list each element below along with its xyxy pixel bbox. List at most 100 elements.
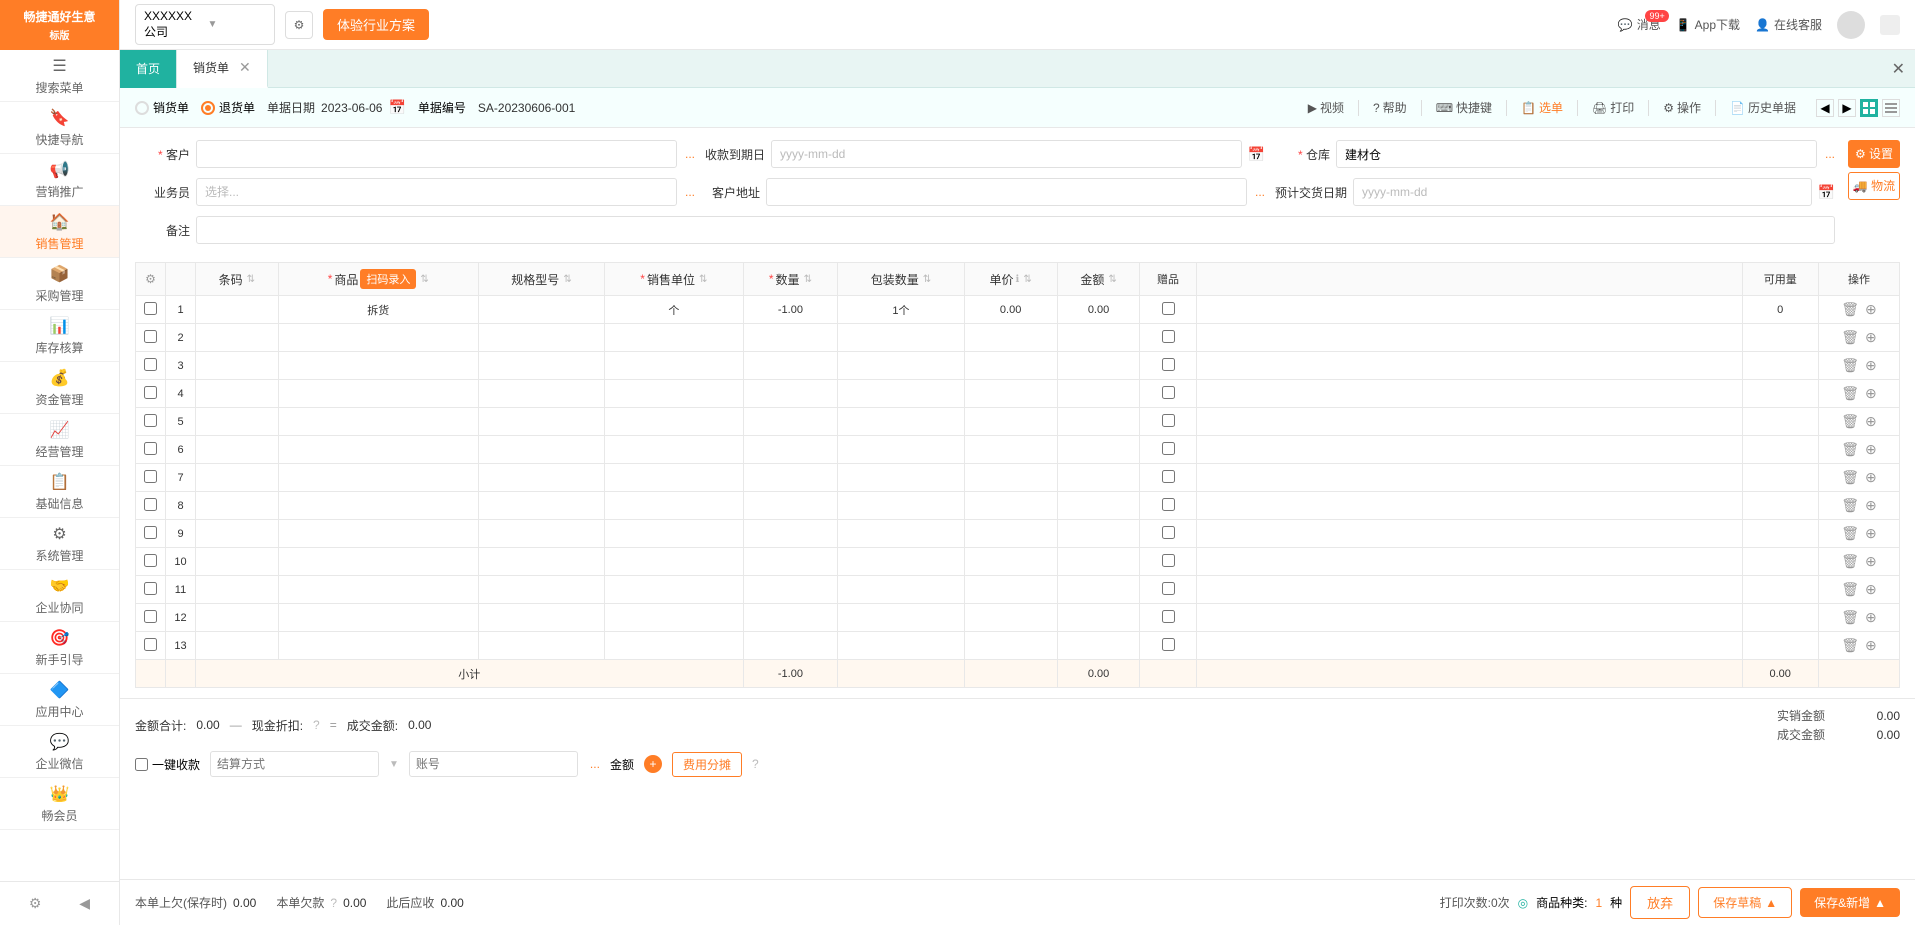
- overdue-help-icon[interactable]: ?: [330, 896, 337, 910]
- radio-return[interactable]: 退货单: [201, 99, 255, 116]
- copy-icon[interactable]: ⊕: [1865, 357, 1877, 374]
- sidebar-item-search[interactable]: ☰ 搜索菜单: [0, 50, 119, 102]
- copy-icon[interactable]: ⊕: [1865, 469, 1877, 486]
- row-barcode[interactable]: [196, 296, 279, 324]
- app-download-button[interactable]: 📱 App下载: [1676, 16, 1740, 33]
- trial-button[interactable]: 体验行业方案: [323, 9, 429, 40]
- spec-sort[interactable]: ⇅: [563, 274, 571, 285]
- barcode-sort[interactable]: ⇅: [247, 274, 255, 285]
- delete-icon[interactable]: 🗑: [1841, 469, 1859, 486]
- btn-help[interactable]: ? 帮助: [1367, 96, 1413, 119]
- copy-icon[interactable]: ⊕: [1865, 553, 1877, 570]
- date-calendar-icon[interactable]: 📅: [388, 99, 405, 116]
- next-btn[interactable]: ▶: [1838, 99, 1856, 117]
- fee-split-button[interactable]: 费用分摊: [672, 752, 742, 777]
- price-sort[interactable]: ⇅: [1023, 274, 1031, 285]
- copy-icon[interactable]: ⊕: [1865, 581, 1877, 598]
- btn-operation[interactable]: ⚙ 操作: [1657, 96, 1707, 119]
- sidebar-item-marketing[interactable]: 📢 营销推广: [0, 154, 119, 206]
- delete-icon[interactable]: 🗑: [1841, 525, 1859, 542]
- row-spec[interactable]: [478, 296, 604, 324]
- online-service-button[interactable]: 👤 在线客服: [1755, 16, 1822, 33]
- window-close-icon[interactable]: ✕: [1892, 59, 1905, 79]
- scan-button[interactable]: 扫码录入: [360, 269, 416, 289]
- tab-sales-order[interactable]: 销货单 ✕: [177, 50, 268, 88]
- row-gift[interactable]: [1140, 296, 1196, 324]
- row-checkbox[interactable]: [144, 302, 157, 315]
- payment-account-input[interactable]: [409, 751, 578, 777]
- qty-sort[interactable]: ⇅: [804, 274, 812, 285]
- add-payment-button[interactable]: +: [644, 755, 662, 773]
- collapse-icon[interactable]: ◀: [79, 895, 90, 912]
- copy-icon[interactable]: ⊕: [1865, 441, 1877, 458]
- remark-input[interactable]: [196, 216, 1835, 244]
- sidebar-item-basicinfo[interactable]: 📋 基础信息: [0, 466, 119, 518]
- btn-shortcut[interactable]: ⌨ 快捷键: [1430, 96, 1498, 119]
- delivery-calendar-icon[interactable]: 📅: [1818, 184, 1835, 201]
- sidebar-item-inventory[interactable]: 📊 库存核算: [0, 310, 119, 362]
- delete-icon[interactable]: 🗑: [1841, 637, 1859, 654]
- copy-icon[interactable]: ⊕: [1865, 385, 1877, 402]
- delete-icon[interactable]: 🗑: [1841, 357, 1859, 374]
- row-product[interactable]: 拆货: [278, 296, 478, 324]
- delete-icon[interactable]: 🗑: [1841, 413, 1859, 430]
- amount-sort[interactable]: ⇅: [1108, 274, 1116, 285]
- row-qty[interactable]: -1.00: [743, 296, 838, 324]
- row-price[interactable]: 0.00: [964, 296, 1057, 324]
- list-view-btn[interactable]: [1882, 99, 1900, 117]
- tab-home[interactable]: 首页: [120, 50, 177, 88]
- due-date-input[interactable]: [771, 140, 1242, 168]
- logistics-button[interactable]: 🚚 物流: [1848, 172, 1900, 200]
- settings-bottom-icon[interactable]: ⚙: [29, 895, 42, 912]
- customer-input[interactable]: [196, 140, 677, 168]
- sidebar-item-operations[interactable]: 📈 经营管理: [0, 414, 119, 466]
- row-check[interactable]: [136, 296, 166, 324]
- delete-icon[interactable]: 🗑: [1841, 553, 1859, 570]
- user-avatar[interactable]: [1837, 11, 1865, 39]
- discount-help-icon[interactable]: ?: [313, 718, 320, 732]
- copy-icon[interactable]: ⊕: [1865, 329, 1877, 346]
- sidebar-item-purchase[interactable]: 📦 采购管理: [0, 258, 119, 310]
- copy-icon[interactable]: ⊕: [1865, 525, 1877, 542]
- delete-icon[interactable]: 🗑: [1841, 609, 1859, 626]
- sidebar-item-enterprise[interactable]: 🤝 企业协同: [0, 570, 119, 622]
- sidebar-item-member[interactable]: 👑 畅会员: [0, 778, 119, 830]
- pay-method-dropdown[interactable]: ▼: [389, 759, 399, 770]
- btn-print[interactable]: 🖨 打印: [1586, 96, 1640, 119]
- copy-icon[interactable]: ⊕: [1865, 497, 1877, 514]
- customer-addr-dots[interactable]: ...: [1255, 185, 1265, 199]
- company-selector[interactable]: XXXXXX公司 ▼: [135, 4, 275, 45]
- unit-sort[interactable]: ⇅: [699, 274, 707, 285]
- sidebar-item-sales[interactable]: 🏠 销售管理: [0, 206, 119, 258]
- delete-icon[interactable]: 🗑: [1841, 441, 1859, 458]
- sidebar-item-guide[interactable]: 🎯 新手引导: [0, 622, 119, 674]
- save-draft-button[interactable]: 保存草稿 ▲: [1698, 887, 1792, 918]
- delete-icon[interactable]: 🗑: [1841, 497, 1859, 514]
- settings-button[interactable]: ⚙: [285, 11, 313, 39]
- copy-icon[interactable]: ⊕: [1865, 637, 1877, 654]
- warehouse-input[interactable]: [1336, 140, 1817, 168]
- row-pack[interactable]: 1个: [838, 296, 964, 324]
- th-settings[interactable]: ⚙: [136, 263, 166, 296]
- copy-icon[interactable]: ⊕: [1865, 413, 1877, 430]
- sidebar-item-quicknav[interactable]: 🔖 快捷导航: [0, 102, 119, 154]
- payment-method-input[interactable]: [210, 751, 379, 777]
- one-click-checkbox[interactable]: [135, 758, 148, 771]
- gift-checkbox[interactable]: [1162, 302, 1175, 315]
- sidebar-item-wechat[interactable]: 💬 企业微信: [0, 726, 119, 778]
- one-click-pay[interactable]: 一键收款: [135, 756, 200, 773]
- row-amount[interactable]: 0.00: [1057, 296, 1140, 324]
- btn-select[interactable]: 📋 选单: [1515, 96, 1569, 119]
- salesperson-input[interactable]: [196, 178, 677, 206]
- sidebar-item-system[interactable]: ⚙ 系统管理: [0, 518, 119, 570]
- btn-history[interactable]: 📄 历史单据: [1724, 96, 1802, 119]
- grid-view-btn[interactable]: [1860, 99, 1878, 117]
- account-dots[interactable]: ...: [590, 757, 600, 771]
- customer-addr-input[interactable]: [766, 178, 1247, 206]
- prev-btn[interactable]: ◀: [1816, 99, 1834, 117]
- save-new-button[interactable]: 保存&新增 ▲: [1800, 888, 1900, 917]
- salesperson-dots[interactable]: ...: [685, 185, 695, 199]
- due-date-calendar-icon[interactable]: 📅: [1248, 146, 1265, 163]
- fee-help-icon[interactable]: ?: [752, 757, 759, 771]
- delete-icon[interactable]: 🗑: [1841, 581, 1859, 598]
